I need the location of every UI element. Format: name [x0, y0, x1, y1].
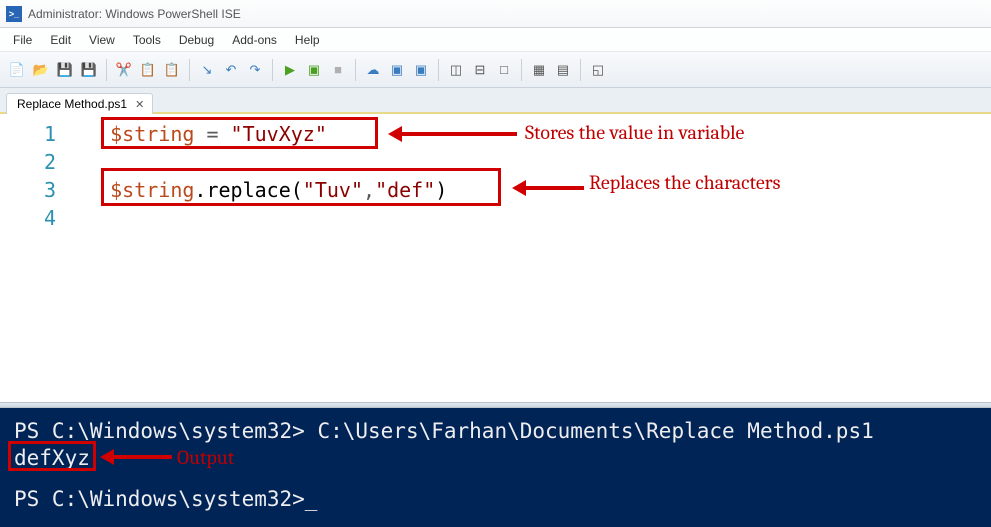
prompt-text: PS C:\Windows\system32> — [14, 419, 317, 443]
titlebar: >_ Administrator: Windows PowerShell ISE — [0, 0, 991, 28]
menu-debug[interactable]: Debug — [170, 31, 223, 49]
toolbar-separator — [189, 59, 190, 81]
menu-addons[interactable]: Add-ons — [223, 31, 286, 49]
paste-icon[interactable]: 📋 — [161, 59, 183, 81]
line-number: 4 — [0, 204, 56, 232]
toolbar-separator — [272, 59, 273, 81]
app-icon: >_ — [6, 6, 22, 22]
annotation-text: Output — [177, 444, 234, 471]
console-line: PS C:\Windows\system32>_ — [14, 486, 977, 513]
window-title: Administrator: Windows PowerShell ISE — [28, 7, 241, 21]
save-icon[interactable]: 💾 — [54, 59, 76, 81]
arrow-icon — [100, 449, 172, 465]
menu-help[interactable]: Help — [286, 31, 329, 49]
line-number: 3 — [0, 176, 56, 204]
code-line — [74, 204, 991, 232]
code-area[interactable]: $string = "TuvXyz" $string.replace("Tuv"… — [74, 114, 991, 402]
cut-icon[interactable]: ✂️ — [113, 59, 135, 81]
arrow-icon — [512, 180, 584, 196]
command-addon-icon[interactable]: ▦ — [528, 59, 550, 81]
toolbar-separator — [580, 59, 581, 81]
toolbar-separator — [521, 59, 522, 81]
close-icon[interactable]: ✕ — [135, 98, 144, 111]
menu-tools[interactable]: Tools — [124, 31, 170, 49]
menu-view[interactable]: View — [80, 31, 124, 49]
cursor: _ — [305, 487, 318, 511]
annotation-text: Replaces the characters — [589, 171, 780, 194]
toolbar-separator — [106, 59, 107, 81]
annotation-text: Stores the value in variable — [525, 121, 744, 144]
menu-bar: File Edit View Tools Debug Add-ons Help — [0, 28, 991, 52]
layout2-icon[interactable]: ⊟ — [469, 59, 491, 81]
editor[interactable]: 1 2 3 4 $string = "TuvXyz" $string.repla… — [0, 114, 991, 402]
tab-file[interactable]: Replace Method.ps1 ✕ — [6, 93, 153, 114]
run-icon[interactable]: ▶ — [279, 59, 301, 81]
new-remote-icon[interactable]: ▣ — [386, 59, 408, 81]
remote-icon[interactable]: ☁ — [362, 59, 384, 81]
line-number: 1 — [0, 120, 56, 148]
show-command-icon[interactable]: ▤ — [552, 59, 574, 81]
options-icon[interactable]: ◱ — [587, 59, 609, 81]
open-file-icon[interactable]: 📂 — [30, 59, 52, 81]
powershell-tab-icon[interactable]: ▣ — [410, 59, 432, 81]
clear-icon[interactable]: ↘ — [196, 59, 218, 81]
run-selection-icon[interactable]: ▣ — [303, 59, 325, 81]
highlight-box — [101, 117, 378, 149]
toolbar-separator — [355, 59, 356, 81]
layout1-icon[interactable]: ◫ — [445, 59, 467, 81]
undo-icon[interactable]: ↶ — [220, 59, 242, 81]
toolbar: 📄 📂 💾 💾 ✂️ 📋 📋 ↘ ↶ ↷ ▶ ▣ ■ ☁ ▣ ▣ ◫ ⊟ □ ▦… — [0, 52, 991, 88]
line-number: 2 — [0, 148, 56, 176]
arrow-icon — [388, 126, 517, 142]
new-file-icon[interactable]: 📄 — [6, 59, 28, 81]
gutter: 1 2 3 4 — [0, 114, 74, 402]
layout3-icon[interactable]: □ — [493, 59, 515, 81]
highlight-box — [8, 441, 96, 471]
menu-edit[interactable]: Edit — [41, 31, 80, 49]
prompt-text: PS C:\Windows\system32> — [14, 487, 305, 511]
stop-icon[interactable]: ■ — [327, 59, 349, 81]
copy-icon[interactable]: 📋 — [137, 59, 159, 81]
save-all-icon[interactable]: 💾 — [78, 59, 100, 81]
command-text: C:\Users\Farhan\Documents\Replace Method… — [317, 419, 873, 443]
menu-file[interactable]: File — [4, 31, 41, 49]
tab-bar: Replace Method.ps1 ✕ — [0, 88, 991, 114]
highlight-box — [101, 168, 501, 206]
console-pane[interactable]: PS C:\Windows\system32> C:\Users\Farhan\… — [0, 408, 991, 527]
console-line: PS C:\Windows\system32> C:\Users\Farhan\… — [14, 418, 977, 445]
redo-icon[interactable]: ↷ — [244, 59, 266, 81]
toolbar-separator — [438, 59, 439, 81]
tab-label: Replace Method.ps1 — [17, 97, 127, 111]
